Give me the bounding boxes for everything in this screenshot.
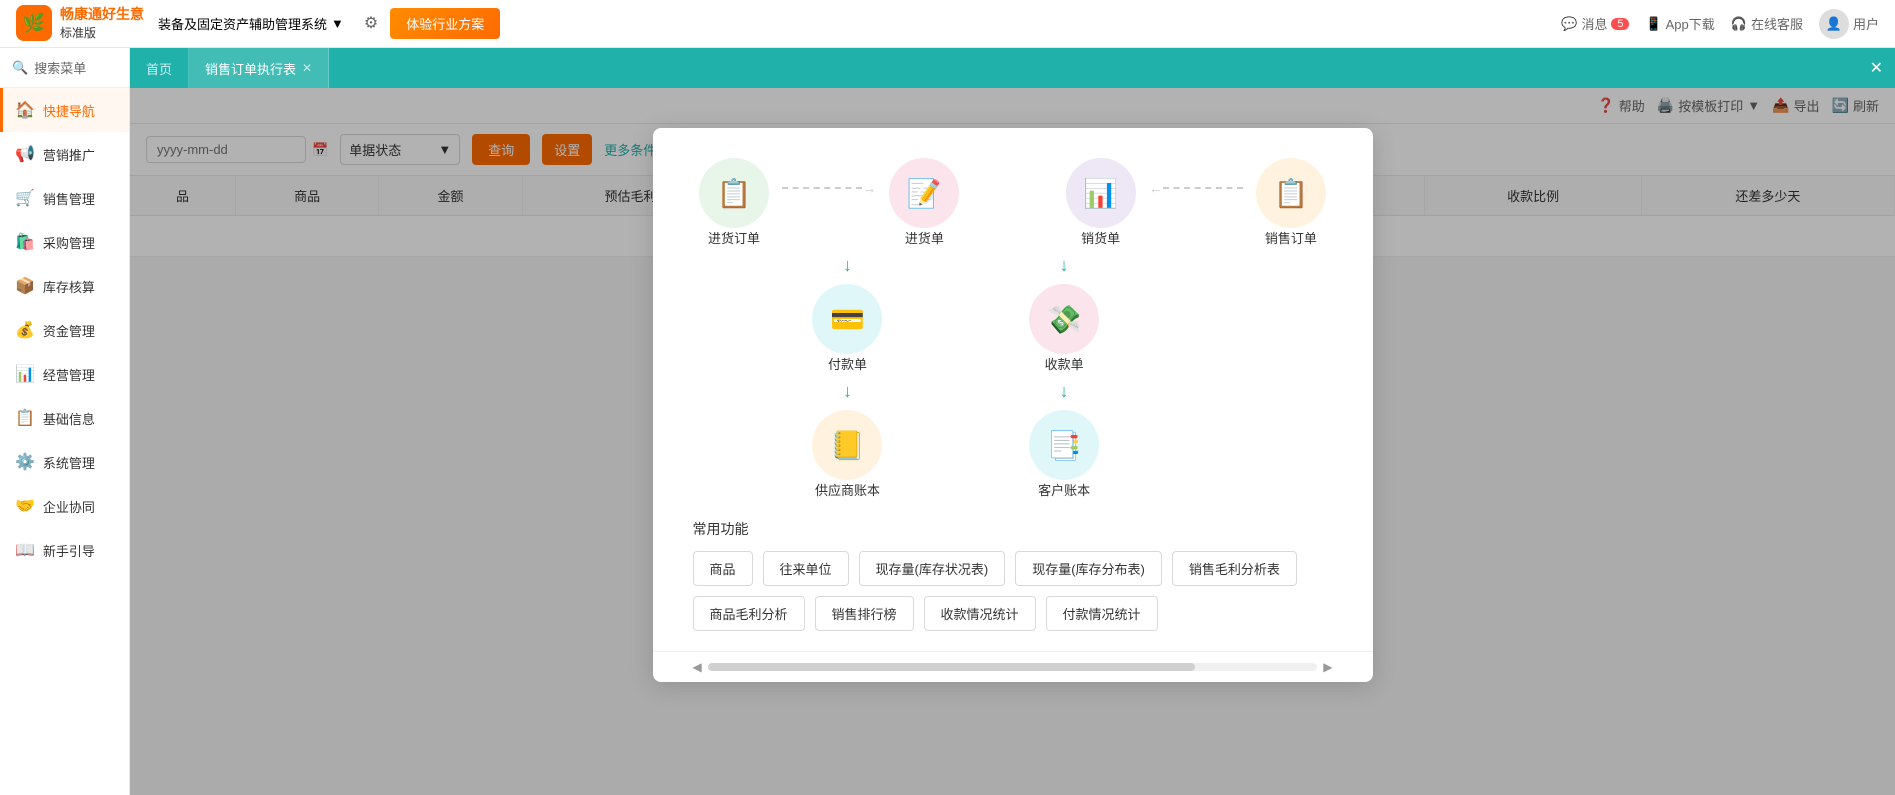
- flow-customer-ledger[interactable]: 📑 客户账本: [1029, 410, 1099, 499]
- sidebar-item-basic[interactable]: 📋 基础信息: [0, 396, 129, 440]
- arrow-h2: ←: [1149, 180, 1243, 196]
- func-btn-1[interactable]: 往来单位: [763, 551, 849, 586]
- sales-doc-circle: 📊: [1066, 158, 1136, 228]
- customer-ledger-circle: 📑: [1029, 410, 1099, 480]
- search-icon: 🔍: [12, 60, 28, 76]
- tab-close-icon[interactable]: ✕: [302, 61, 312, 75]
- arrow-down-1: ↓: [812, 255, 882, 276]
- system-icon: ⚙️: [15, 452, 35, 472]
- sales-order-circle: 📋: [1256, 158, 1326, 228]
- system-name[interactable]: 装备及固定资产辅助管理系统 ▼: [158, 14, 344, 33]
- tab-home[interactable]: 首页: [130, 48, 189, 88]
- scrollbar-track: [708, 663, 1318, 671]
- sidebar-item-sales[interactable]: 🛒 销售管理: [0, 176, 129, 220]
- guide-icon: 📖: [15, 540, 35, 560]
- message-icon: 💬: [1561, 16, 1577, 32]
- flow-receipt[interactable]: 💸 收款单: [1029, 284, 1099, 373]
- func-btn-5[interactable]: 商品毛利分析: [693, 596, 805, 631]
- download-icon: 📱: [1645, 16, 1661, 32]
- trial-button[interactable]: 体验行业方案: [390, 8, 500, 39]
- sidebar-item-marketing[interactable]: 📢 营销推广: [0, 132, 129, 176]
- chevron-down-icon: ▼: [331, 16, 344, 31]
- flow-sales-doc[interactable]: 📊 销货单: [1066, 158, 1136, 247]
- sidebar-item-finance[interactable]: 💰 资金管理: [0, 308, 129, 352]
- logo-icon: 🌿: [16, 5, 52, 41]
- service-icon: 🎧: [1731, 16, 1747, 32]
- purchase-order-circle: 📋: [699, 158, 769, 228]
- scroll-left-icon[interactable]: ◀: [693, 660, 702, 674]
- scroll-right-icon[interactable]: ▶: [1323, 660, 1332, 674]
- sidebar-item-purchase[interactable]: 🛍️ 采购管理: [0, 220, 129, 264]
- supplier-ledger-circle: 📒: [812, 410, 882, 480]
- scrollbar-thumb[interactable]: [708, 663, 1196, 671]
- receipt-circle: 💸: [1029, 284, 1099, 354]
- func-buttons-row: 商品往来单位现存量(库存状况表) 现存量(库存分布表) 销售毛利分析表商品毛利分析销…: [693, 551, 1333, 631]
- logo-area: 🌿 畅康通好生意 标准版: [16, 5, 146, 41]
- sidebar-item-enterprise[interactable]: 🤝 企业协同: [0, 484, 129, 528]
- func-btn-3[interactable]: 现存量(库存分布表): [1015, 551, 1162, 586]
- sidebar-item-business[interactable]: 📊 经营管理: [0, 352, 129, 396]
- app-download-button[interactable]: 📱 App下载: [1645, 14, 1714, 33]
- tab-sales-order[interactable]: 销售订单执行表 ✕: [189, 48, 329, 88]
- basic-icon: 📋: [15, 408, 35, 428]
- flow-sales-order[interactable]: 📋 销售订单: [1256, 158, 1326, 247]
- arrow-down-3: ↓: [812, 381, 882, 402]
- func-btn-6[interactable]: 销售排行榜: [815, 596, 914, 631]
- flow-supplier-ledger[interactable]: 📒 供应商账本: [812, 410, 882, 499]
- arrow-down-2: ↓: [1029, 255, 1099, 276]
- sidebar-item-inventory[interactable]: 📦 库存核算: [0, 264, 129, 308]
- func-btn-0[interactable]: 商品: [693, 551, 753, 586]
- logo-text: 畅康通好生意 标准版: [60, 5, 144, 41]
- modal-overlay: 📋 进货订单 →: [130, 88, 1895, 795]
- message-button[interactable]: 💬 消息 5: [1561, 14, 1629, 33]
- flow-purchase-doc[interactable]: 📝 进货单: [889, 158, 959, 247]
- finance-icon: 💰: [15, 320, 35, 340]
- flow-modal: 📋 进货订单 →: [653, 128, 1373, 682]
- common-functions-section: 常用功能 商品往来单位现存量(库存状况表)现存量(库存分布表)销售毛利分析表商品…: [653, 519, 1373, 651]
- tab-bar: 首页 销售订单执行表 ✕ ✕: [130, 48, 1895, 88]
- func-btn-7[interactable]: 收款情况统计: [924, 596, 1036, 631]
- sales-icon: 🛒: [15, 188, 35, 208]
- page-content: ❓ 帮助 🖨️ 按模板打印 ▼ 📤 导出 🔄 刷新: [130, 88, 1895, 795]
- purchase-doc-circle: 📝: [889, 158, 959, 228]
- home-icon: 🏠: [15, 100, 35, 120]
- func-btn-2[interactable]: 现存量(库存状况表): [859, 551, 1006, 586]
- payment-circle: 💳: [812, 284, 882, 354]
- user-menu[interactable]: 👤 用户: [1819, 9, 1879, 39]
- arrow-down-4: ↓: [1029, 381, 1099, 402]
- settings-icon[interactable]: ⚙: [364, 13, 378, 33]
- sidebar-item-quick-nav[interactable]: 🏠 快捷导航: [0, 88, 129, 132]
- tab-bar-close-button[interactable]: ✕: [1858, 58, 1895, 78]
- marketing-icon: 📢: [15, 144, 35, 164]
- online-service-button[interactable]: 🎧 在线客服: [1731, 14, 1803, 33]
- search-menu[interactable]: 🔍 搜索菜单: [0, 48, 129, 88]
- flow-payment[interactable]: 💳 付款单: [812, 284, 882, 373]
- flow-section: 📋 进货订单 →: [653, 128, 1373, 519]
- func-btn-4[interactable]: 销售毛利分析表: [1172, 551, 1297, 586]
- arrow-h1: →: [782, 180, 876, 196]
- inventory-icon: 📦: [15, 276, 35, 296]
- sidebar: 🔍 搜索菜单 🏠 快捷导航 📢 营销推广 🛒 销售管理 🛍️ 采购管理 📦: [0, 48, 130, 795]
- purchase-icon: 🛍️: [15, 232, 35, 252]
- sidebar-item-system[interactable]: ⚙️ 系统管理: [0, 440, 129, 484]
- func-btn-8[interactable]: 付款情况统计: [1046, 596, 1158, 631]
- enterprise-icon: 🤝: [15, 496, 35, 516]
- flow-purchase-order[interactable]: 📋 进货订单: [699, 158, 769, 247]
- sidebar-item-guide[interactable]: 📖 新手引导: [0, 528, 129, 572]
- avatar: 👤: [1819, 9, 1849, 39]
- modal-scrollbar: ◀ ▶: [653, 651, 1373, 682]
- common-func-title: 常用功能: [693, 519, 1333, 539]
- business-icon: 📊: [15, 364, 35, 384]
